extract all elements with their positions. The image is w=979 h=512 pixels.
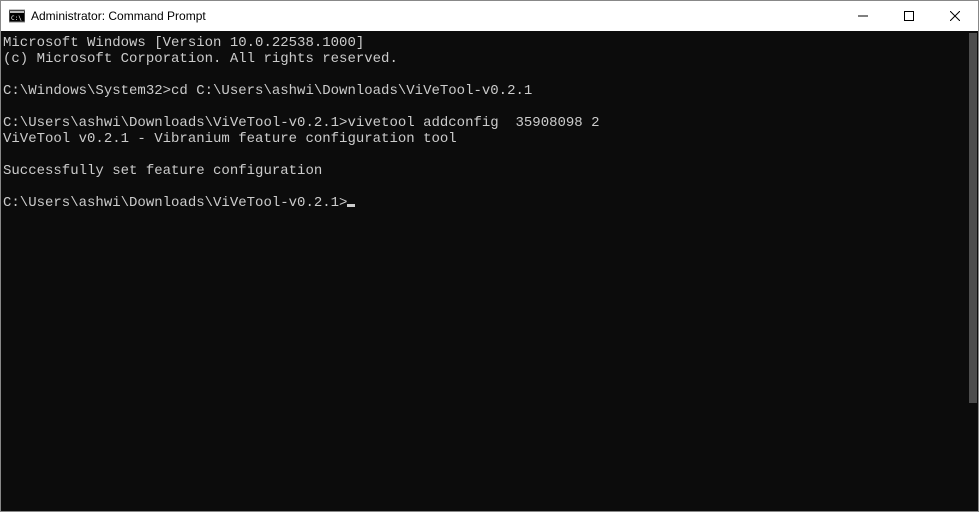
titlebar[interactable]: C:\ Administrator: Command Prompt	[1, 1, 978, 31]
cursor	[347, 204, 355, 207]
terminal-line: C:\Users\ashwi\Downloads\ViVeTool-v0.2.1…	[3, 195, 966, 211]
terminal-line: ViVeTool v0.2.1 - Vibranium feature conf…	[3, 131, 966, 147]
terminal-line	[3, 147, 966, 163]
maximize-button[interactable]	[886, 1, 932, 31]
terminal-line: Successfully set feature configuration	[3, 163, 966, 179]
terminal-line	[3, 179, 966, 195]
terminal-line: Microsoft Windows [Version 10.0.22538.10…	[3, 35, 966, 51]
svg-text:C:\: C:\	[11, 15, 22, 22]
scrollbar[interactable]	[968, 31, 978, 511]
terminal-area: Microsoft Windows [Version 10.0.22538.10…	[1, 31, 978, 511]
terminal-line: C:\Windows\System32>cd C:\Users\ashwi\Do…	[3, 83, 966, 99]
terminal-output[interactable]: Microsoft Windows [Version 10.0.22538.10…	[1, 31, 968, 511]
terminal-line	[3, 67, 966, 83]
scrollbar-thumb[interactable]	[969, 33, 977, 403]
minimize-button[interactable]	[840, 1, 886, 31]
close-button[interactable]	[932, 1, 978, 31]
terminal-line: (c) Microsoft Corporation. All rights re…	[3, 51, 966, 67]
command-prompt-window: C:\ Administrator: Command Prompt Micros…	[0, 0, 979, 512]
window-controls	[840, 1, 978, 31]
terminal-line: C:\Users\ashwi\Downloads\ViVeTool-v0.2.1…	[3, 115, 966, 131]
cmd-icon: C:\	[9, 8, 25, 24]
window-title: Administrator: Command Prompt	[31, 9, 206, 23]
terminal-line	[3, 99, 966, 115]
